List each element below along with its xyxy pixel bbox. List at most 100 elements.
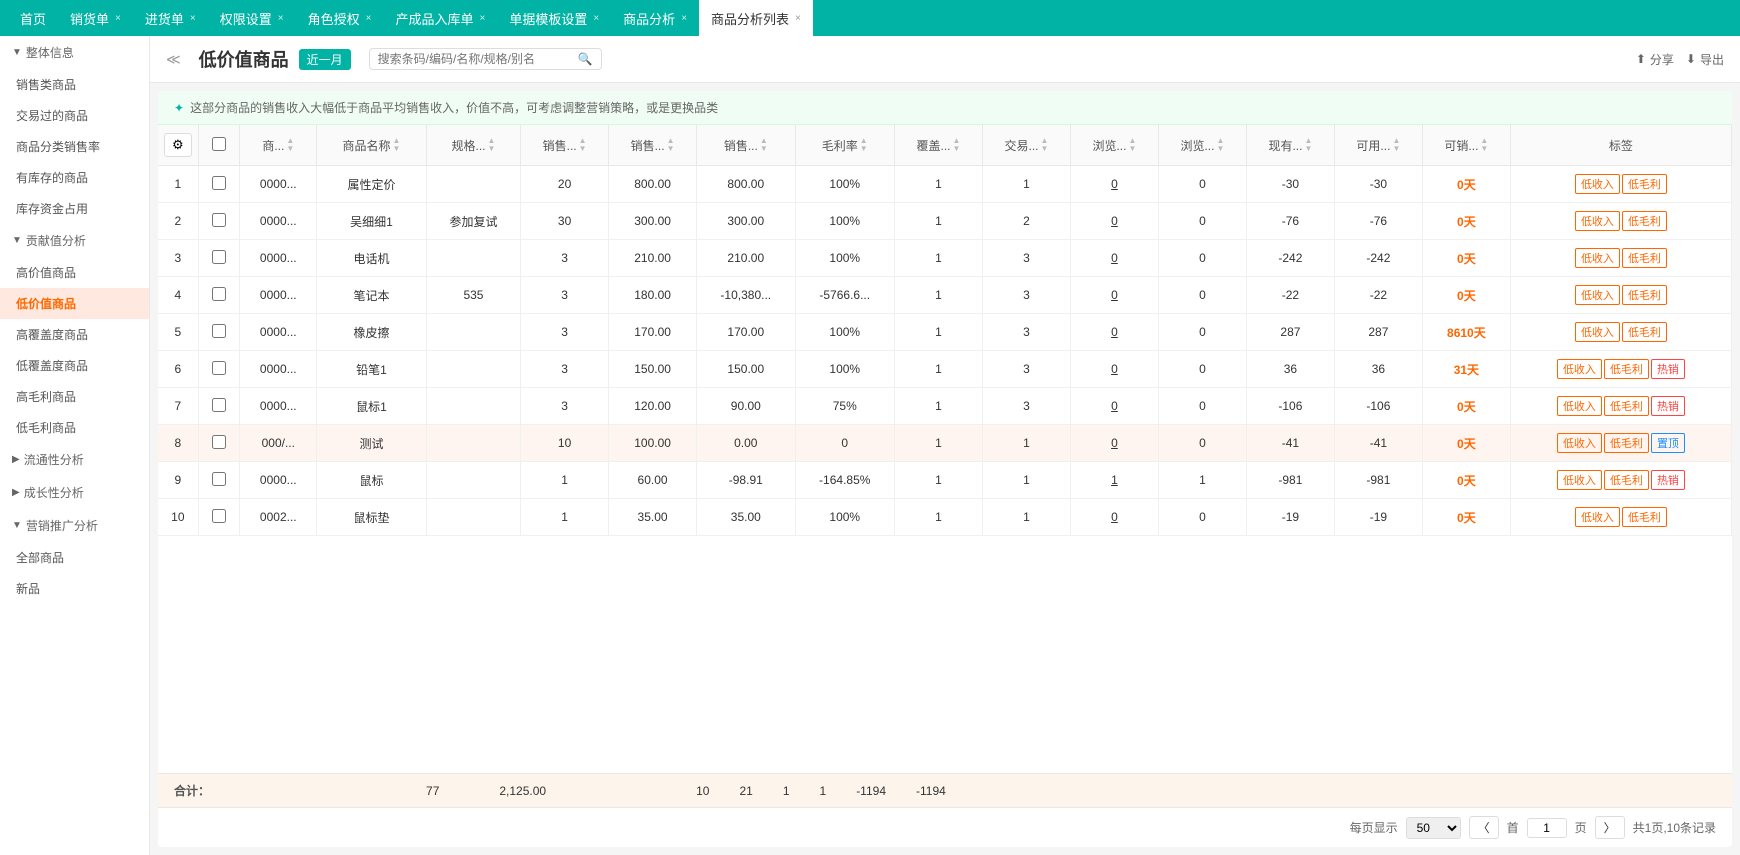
next-page-button[interactable]: 〉 — [1595, 816, 1625, 839]
table-scroll[interactable]: ⚙ 商...▲▼ 商品名称▲▼ 规格...▲▼ 销售...▲▼ 销售...▲▼ … — [158, 125, 1732, 773]
views-link[interactable]: 0 — [1111, 177, 1118, 191]
row-checkbox[interactable] — [212, 287, 226, 301]
views-link[interactable]: 0 — [1111, 214, 1118, 228]
page-input[interactable] — [1527, 818, 1567, 838]
col-saleable-sort[interactable]: 可销...▲▼ — [1444, 137, 1488, 154]
col-transactions-sort[interactable]: 交易...▲▼ — [1004, 137, 1048, 154]
sidebar-item-全部商品[interactable]: 全部商品 — [0, 542, 149, 573]
nav-item-产成品入库单[interactable]: 产成品入库单× — [383, 0, 497, 36]
cell-checkbox[interactable] — [198, 388, 240, 425]
col-name-sort[interactable]: 商品名称▲▼ — [343, 137, 401, 154]
sidebar-item-高覆盖度商品[interactable]: 高覆盖度商品 — [0, 319, 149, 350]
col-available[interactable]: 可用...▲▼ — [1334, 125, 1422, 166]
col-current[interactable]: 现有...▲▼ — [1246, 125, 1334, 166]
cell-checkbox[interactable] — [198, 314, 240, 351]
close-icon[interactable]: × — [190, 13, 196, 24]
cell-checkbox[interactable] — [198, 166, 240, 203]
views-link[interactable]: 0 — [1111, 399, 1118, 413]
sidebar-item-低覆盖度商品[interactable]: 低覆盖度商品 — [0, 350, 149, 381]
row-checkbox[interactable] — [212, 435, 226, 449]
share-button[interactable]: ⬆ 分享 — [1636, 51, 1674, 68]
close-icon[interactable]: × — [479, 13, 485, 24]
cell-views1[interactable]: 0 — [1070, 277, 1158, 314]
sidebar-item-高价值商品[interactable]: 高价值商品 — [0, 257, 149, 288]
nav-item-单据模板设置[interactable]: 单据模板设置× — [497, 0, 611, 36]
collapse-sidebar-button[interactable]: ≪ — [166, 51, 181, 68]
nav-item-角色授权[interactable]: 角色授权× — [296, 0, 384, 36]
per-page-select[interactable]: 50 100 200 — [1406, 817, 1461, 839]
col-sales1-sort[interactable]: 销售...▲▼ — [543, 137, 587, 154]
close-icon[interactable]: × — [115, 13, 121, 24]
nav-item-商品分析[interactable]: 商品分析× — [611, 0, 699, 36]
cell-checkbox[interactable] — [198, 499, 240, 536]
cell-views1[interactable]: 0 — [1070, 203, 1158, 240]
close-icon[interactable]: × — [681, 13, 687, 24]
cell-checkbox[interactable] — [198, 425, 240, 462]
cell-checkbox[interactable] — [198, 351, 240, 388]
filter-tag-button[interactable]: 近一月 — [299, 49, 351, 70]
col-views2[interactable]: 浏览...▲▼ — [1158, 125, 1246, 166]
col-sales3[interactable]: 销售...▲▼ — [697, 125, 795, 166]
views-link[interactable]: 0 — [1111, 251, 1118, 265]
sidebar-item-库存资金占用[interactable]: 库存资金占用 — [0, 193, 149, 224]
cell-views1[interactable]: 1 — [1070, 462, 1158, 499]
export-button[interactable]: ⬇ 导出 — [1686, 51, 1724, 68]
prev-page-button[interactable]: 〈 — [1469, 816, 1499, 839]
close-icon[interactable]: × — [366, 13, 372, 24]
col-name[interactable]: 商品名称▲▼ — [317, 125, 427, 166]
col-checkbox[interactable] — [198, 125, 240, 166]
sidebar-section-title[interactable]: ▶ 流通性分析 — [0, 443, 149, 476]
sidebar-item-交易过的商品[interactable]: 交易过的商品 — [0, 100, 149, 131]
col-views1[interactable]: 浏览...▲▼ — [1070, 125, 1158, 166]
col-gear[interactable]: ⚙ — [158, 125, 198, 166]
row-checkbox[interactable] — [212, 213, 226, 227]
close-icon[interactable]: × — [795, 13, 801, 24]
cell-views1[interactable]: 0 — [1070, 166, 1158, 203]
col-spec[interactable]: 规格...▲▼ — [426, 125, 520, 166]
row-checkbox[interactable] — [212, 324, 226, 338]
sidebar-section-title[interactable]: ▶ 成长性分析 — [0, 476, 149, 509]
row-checkbox[interactable] — [212, 398, 226, 412]
row-checkbox[interactable] — [212, 176, 226, 190]
cell-views1[interactable]: 0 — [1070, 499, 1158, 536]
nav-item-进货单[interactable]: 进货单× — [133, 0, 208, 36]
col-gross-sort[interactable]: 毛利率▲▼ — [822, 137, 868, 154]
col-code[interactable]: 商...▲▼ — [240, 125, 317, 166]
col-transactions[interactable]: 交易...▲▼ — [982, 125, 1070, 166]
views-link[interactable]: 0 — [1111, 288, 1118, 302]
col-gross[interactable]: 毛利率▲▼ — [795, 125, 894, 166]
sidebar-item-低毛利商品[interactable]: 低毛利商品 — [0, 412, 149, 443]
cell-views1[interactable]: 0 — [1070, 425, 1158, 462]
views-link[interactable]: 0 — [1111, 362, 1118, 376]
cell-views1[interactable]: 0 — [1070, 388, 1158, 425]
views-link[interactable]: 0 — [1111, 510, 1118, 524]
sidebar-section-title[interactable]: ▼ 整体信息 — [0, 36, 149, 69]
col-sales2-sort[interactable]: 销售...▲▼ — [631, 137, 675, 154]
col-coverage-sort[interactable]: 覆盖...▲▼ — [917, 137, 961, 154]
col-current-sort[interactable]: 现有...▲▼ — [1268, 137, 1312, 154]
sidebar-item-新品[interactable]: 新品 — [0, 573, 149, 604]
sidebar-section-title[interactable]: ▼ 营销推广分析 — [0, 509, 149, 542]
col-code-sort[interactable]: 商...▲▼ — [262, 137, 294, 154]
nav-item-销货单[interactable]: 销货单× — [58, 0, 133, 36]
cell-checkbox[interactable] — [198, 240, 240, 277]
cell-views1[interactable]: 0 — [1070, 314, 1158, 351]
views-link[interactable]: 0 — [1111, 436, 1118, 450]
row-checkbox[interactable] — [212, 361, 226, 375]
gear-button[interactable]: ⚙ — [164, 133, 192, 157]
col-sales3-sort[interactable]: 销售...▲▼ — [724, 137, 768, 154]
cell-views1[interactable]: 0 — [1070, 351, 1158, 388]
col-views1-sort[interactable]: 浏览...▲▼ — [1092, 137, 1136, 154]
sidebar-item-高毛利商品[interactable]: 高毛利商品 — [0, 381, 149, 412]
sidebar-section-title[interactable]: ▼ 贡献值分析 — [0, 224, 149, 257]
search-input[interactable] — [378, 52, 578, 66]
col-saleable[interactable]: 可销...▲▼ — [1422, 125, 1510, 166]
nav-item-权限设置[interactable]: 权限设置× — [208, 0, 296, 36]
row-checkbox[interactable] — [212, 472, 226, 486]
views-link[interactable]: 0 — [1111, 325, 1118, 339]
col-views2-sort[interactable]: 浏览...▲▼ — [1180, 137, 1224, 154]
col-sales2[interactable]: 销售...▲▼ — [609, 125, 697, 166]
search-icon[interactable]: 🔍 — [578, 52, 593, 66]
sidebar-item-商品分类销售率[interactable]: 商品分类销售率 — [0, 131, 149, 162]
sidebar-item-销售类商品[interactable]: 销售类商品 — [0, 69, 149, 100]
